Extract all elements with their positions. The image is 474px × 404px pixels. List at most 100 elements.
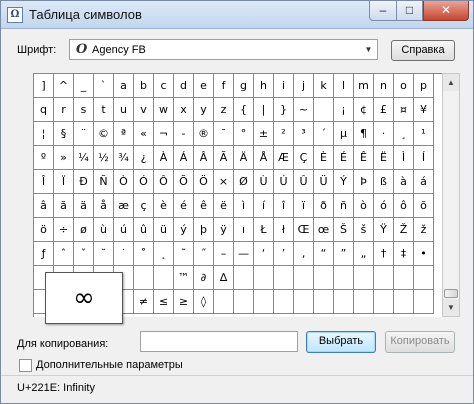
character-cell[interactable] (314, 266, 334, 290)
character-cell[interactable]: Û (294, 170, 314, 194)
character-cell[interactable]: c (154, 74, 174, 98)
grid-scrollbar[interactable]: ▲ ▼ (442, 73, 460, 317)
character-cell[interactable]: ³ (294, 122, 314, 146)
character-cell[interactable]: © (94, 122, 114, 146)
character-cell[interactable]: ˛ (154, 242, 174, 266)
character-cell[interactable]: p (414, 74, 434, 98)
character-cell[interactable] (354, 266, 374, 290)
character-cell[interactable]: - (174, 122, 194, 146)
character-cell[interactable]: Ô (154, 170, 174, 194)
character-cell[interactable]: æ (114, 194, 134, 218)
character-cell[interactable] (374, 266, 394, 290)
advanced-view-label[interactable]: Дополнительные параметры (36, 359, 183, 371)
character-cell[interactable]: ∂ (194, 266, 214, 290)
character-cell[interactable]: — (234, 242, 254, 266)
character-cell[interactable]: ª (114, 122, 134, 146)
character-cell[interactable]: ¬ (154, 122, 174, 146)
character-cell[interactable]: z (214, 98, 234, 122)
character-cell[interactable] (414, 290, 434, 314)
character-cell[interactable]: ˜ (174, 242, 194, 266)
character-cell[interactable]: ” (334, 242, 354, 266)
character-cell[interactable]: ¨ (74, 122, 94, 146)
maximize-button[interactable]: □ (396, 1, 423, 21)
character-cell[interactable]: Á (174, 146, 194, 170)
character-cell[interactable]: ¾ (114, 146, 134, 170)
character-cell[interactable]: m (354, 74, 374, 98)
character-cell[interactable]: ’ (274, 242, 294, 266)
character-cell[interactable]: ð (314, 194, 334, 218)
character-cell[interactable]: ã (54, 194, 74, 218)
character-cell[interactable]: ž (414, 218, 434, 242)
character-cell[interactable]: Ú (274, 170, 294, 194)
character-cell[interactable]: a (114, 74, 134, 98)
character-cell[interactable]: § (54, 122, 74, 146)
character-cell[interactable]: ¥ (414, 98, 434, 122)
character-cell[interactable]: _ (74, 74, 94, 98)
character-cell[interactable]: u (114, 98, 134, 122)
character-cell[interactable]: ò (354, 194, 374, 218)
character-cell[interactable]: í (254, 194, 274, 218)
character-cell[interactable]: } (274, 98, 294, 122)
character-cell[interactable]: â (34, 194, 54, 218)
character-cell[interactable] (234, 266, 254, 290)
character-cell[interactable] (394, 266, 414, 290)
character-cell[interactable]: Ł (254, 218, 274, 242)
character-cell[interactable]: œ (314, 218, 334, 242)
character-cell[interactable] (394, 290, 414, 314)
character-cell[interactable] (314, 98, 334, 122)
character-cell[interactable]: ` (94, 74, 114, 98)
scroll-up-arrow-icon[interactable]: ▲ (443, 74, 459, 91)
title-bar[interactable]: Ω Таблица символов – □ ✕ (1, 1, 473, 29)
character-cell[interactable]: Ê (354, 146, 374, 170)
copy-button[interactable]: Копировать (385, 331, 455, 353)
character-cell[interactable]: t (94, 98, 114, 122)
character-cell[interactable]: g (234, 74, 254, 98)
character-cell[interactable]: ± (254, 122, 274, 146)
chevron-down-icon[interactable]: ▼ (360, 40, 377, 59)
character-cell[interactable]: v (134, 98, 154, 122)
close-button[interactable]: ✕ (423, 1, 469, 21)
character-cell[interactable]: ê (194, 194, 214, 218)
character-cell[interactable]: « (134, 122, 154, 146)
character-cell[interactable]: ù (94, 218, 114, 242)
character-cell[interactable]: ä (74, 194, 94, 218)
character-cell[interactable] (374, 290, 394, 314)
character-cell[interactable]: é (174, 194, 194, 218)
character-cell[interactable]: ˘ (94, 242, 114, 266)
character-cell[interactable]: “ (314, 242, 334, 266)
character-cell[interactable] (334, 266, 354, 290)
character-cell[interactable]: w (154, 98, 174, 122)
character-cell[interactable]: „ (354, 242, 374, 266)
character-cell[interactable]: ß (374, 170, 394, 194)
character-cell[interactable]: j (294, 74, 314, 98)
character-cell[interactable]: x (174, 98, 194, 122)
character-cell[interactable]: f (214, 74, 234, 98)
character-cell[interactable] (254, 290, 274, 314)
character-cell[interactable]: Ÿ (374, 218, 394, 242)
character-cell[interactable] (334, 290, 354, 314)
copy-characters-input[interactable] (140, 331, 298, 352)
character-cell[interactable]: • (414, 242, 434, 266)
character-cell[interactable]: õ (414, 194, 434, 218)
character-cell[interactable]: ó (374, 194, 394, 218)
character-cell[interactable]: á (414, 170, 434, 194)
character-cell[interactable]: š (354, 218, 374, 242)
character-cell[interactable]: r (54, 98, 74, 122)
character-cell[interactable]: Î (34, 170, 54, 194)
character-cell[interactable]: Ù (254, 170, 274, 194)
character-cell[interactable]: ¹ (414, 122, 434, 146)
character-cell[interactable]: × (214, 170, 234, 194)
character-cell[interactable]: ≠ (134, 290, 154, 314)
character-cell[interactable]: Ö (194, 170, 214, 194)
character-cell[interactable]: Ã (214, 146, 234, 170)
character-cell[interactable]: Ð (74, 170, 94, 194)
character-cell[interactable]: è (154, 194, 174, 218)
character-cell[interactable]: ¸ (394, 122, 414, 146)
character-cell[interactable] (274, 266, 294, 290)
character-cell[interactable]: ü (154, 218, 174, 242)
help-button[interactable]: Справка (391, 40, 455, 61)
character-cell[interactable]: É (334, 146, 354, 170)
character-cell[interactable] (214, 290, 234, 314)
character-cell[interactable] (294, 290, 314, 314)
character-cell[interactable]: ñ (334, 194, 354, 218)
